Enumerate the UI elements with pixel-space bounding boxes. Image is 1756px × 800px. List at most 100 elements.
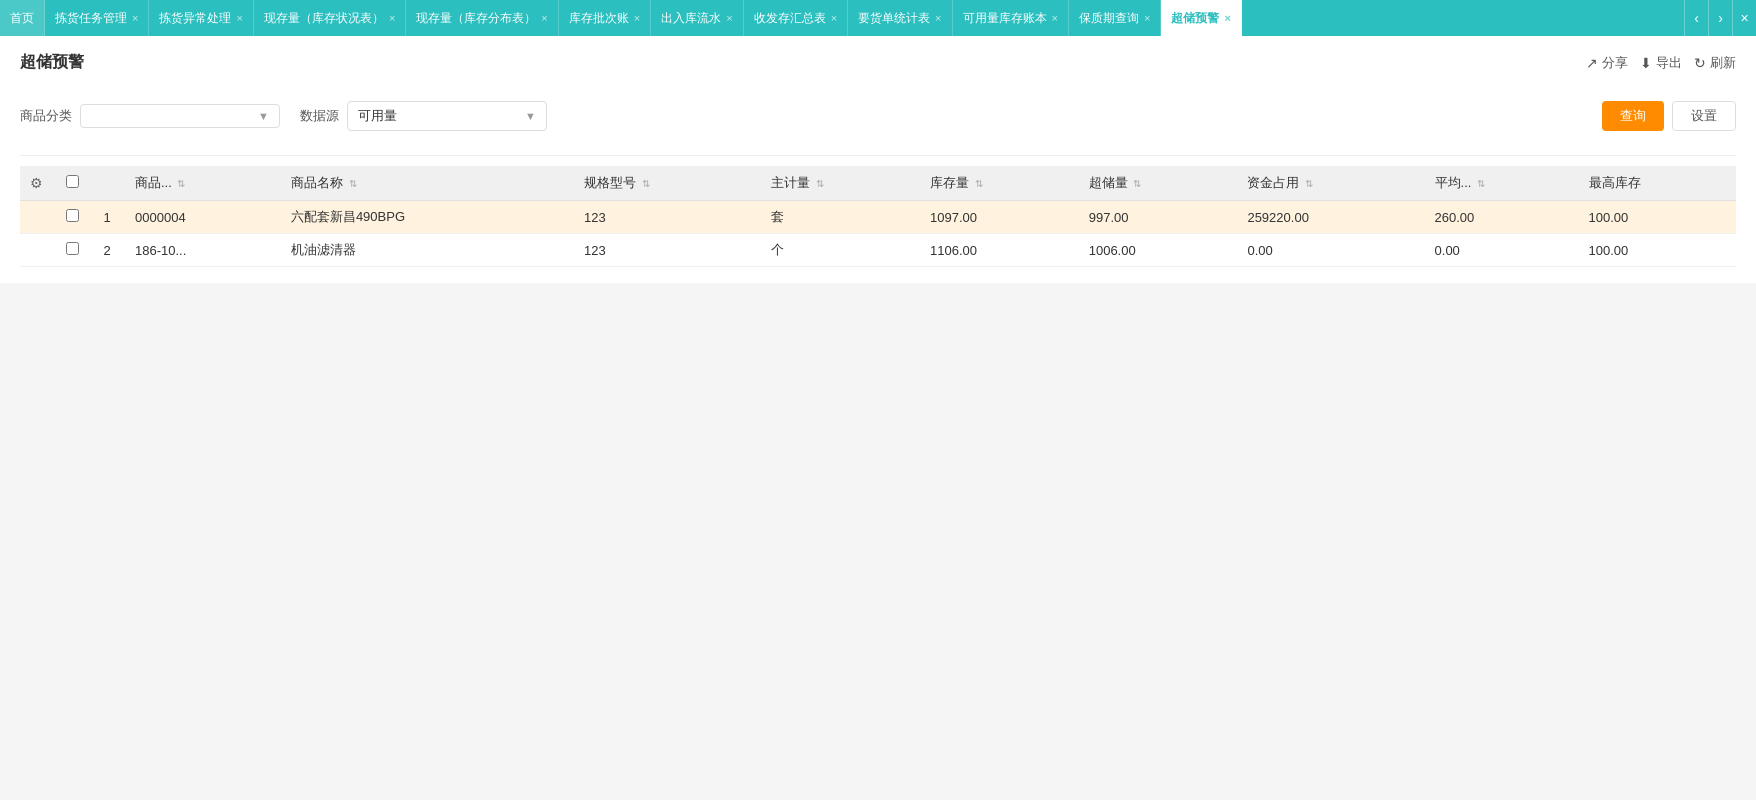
- close-icon[interactable]: ×: [726, 12, 732, 24]
- nav-tab-available-ledger[interactable]: 可用量库存账本 ×: [953, 0, 1069, 36]
- col-overstock-header[interactable]: 超储量 ⇅: [1079, 166, 1238, 201]
- chevron-down-icon: ▼: [258, 110, 269, 122]
- sort-icon: ⇅: [177, 178, 185, 189]
- row-spec: 123: [574, 201, 761, 234]
- nav-next-button[interactable]: ›: [1708, 0, 1732, 36]
- top-nav: 首页 拣货任务管理 × 拣货异常处理 × 现存量（库存状况表） × 现存量（库存…: [0, 0, 1756, 36]
- gear-icon[interactable]: ⚙: [30, 175, 43, 191]
- col-code-header[interactable]: 商品... ⇅: [125, 166, 281, 201]
- row-settings: [20, 201, 56, 234]
- col-unit-header[interactable]: 主计量 ⇅: [761, 166, 920, 201]
- nav-tab-inventory-dist[interactable]: 现存量（库存分布表） ×: [406, 0, 558, 36]
- sort-icon: ⇅: [349, 178, 357, 189]
- close-icon[interactable]: ×: [132, 12, 138, 24]
- close-icon[interactable]: ×: [1052, 12, 1058, 24]
- row-checkbox-cell: [56, 201, 89, 234]
- close-icon[interactable]: ×: [389, 12, 395, 24]
- row-overstock: 1006.00: [1079, 234, 1238, 267]
- row-unit: 套: [761, 201, 920, 234]
- row-checkbox-cell: [56, 234, 89, 267]
- filter-actions: 查询 设置: [1602, 101, 1736, 131]
- row-avg: 0.00: [1425, 234, 1579, 267]
- nav-tab-inventory-status[interactable]: 现存量（库存状况表） ×: [254, 0, 406, 36]
- page-container: 超储预警 ↗ 分享 ⬇ 导出 ↻ 刷新 商品分类 ▼ 数据源: [0, 36, 1756, 283]
- share-link[interactable]: ↗ 分享: [1586, 54, 1628, 72]
- sort-icon: ⇅: [1477, 178, 1485, 189]
- nav-prev-button[interactable]: ‹: [1684, 0, 1708, 36]
- close-icon[interactable]: ×: [236, 12, 242, 24]
- close-icon[interactable]: ×: [831, 12, 837, 24]
- datasource-select[interactable]: 可用量 ▼: [347, 101, 547, 131]
- nav-tab-overstock[interactable]: 超储预警 ×: [1161, 0, 1241, 36]
- col-name-header[interactable]: 商品名称 ⇅: [281, 166, 574, 201]
- share-icon: ↗: [1586, 55, 1598, 71]
- close-icon[interactable]: ×: [1224, 12, 1230, 24]
- row-stock: 1106.00: [920, 234, 1079, 267]
- close-icon[interactable]: ×: [1144, 12, 1150, 24]
- table-header-row: ⚙ 商品... ⇅ 商品名称 ⇅ 规格型号 ⇅: [20, 166, 1736, 201]
- close-icon[interactable]: ×: [634, 12, 640, 24]
- sort-icon: ⇅: [1133, 178, 1141, 189]
- col-maxstock-header[interactable]: 最高库存: [1579, 166, 1736, 201]
- export-link[interactable]: ⬇ 导出: [1640, 54, 1682, 72]
- settings-button[interactable]: 设置: [1672, 101, 1736, 131]
- data-table: ⚙ 商品... ⇅ 商品名称 ⇅ 规格型号 ⇅: [20, 166, 1736, 267]
- row-number: 2: [89, 234, 125, 267]
- refresh-icon: ↻: [1694, 55, 1706, 71]
- row-settings: [20, 234, 56, 267]
- col-rownum-header: [89, 166, 125, 201]
- category-select[interactable]: ▼: [80, 104, 280, 128]
- row-stock: 1097.00: [920, 201, 1079, 234]
- page-header: 超储预警 ↗ 分享 ⬇ 导出 ↻ 刷新: [20, 52, 1736, 73]
- query-button[interactable]: 查询: [1602, 101, 1664, 131]
- nav-tab-inout-flow[interactable]: 出入库流水 ×: [651, 0, 743, 36]
- nav-tab-collect[interactable]: 收发存汇总表 ×: [744, 0, 848, 36]
- row-name: 机油滤清器: [281, 234, 574, 267]
- nav-tab-shelf-life[interactable]: 保质期查询 ×: [1069, 0, 1161, 36]
- category-filter: 商品分类 ▼: [20, 104, 280, 128]
- row-maxstock: 100.00: [1579, 234, 1736, 267]
- datasource-value: 可用量: [358, 107, 397, 125]
- nav-tab-order-count[interactable]: 要货单统计表 ×: [848, 0, 952, 36]
- select-all-checkbox[interactable]: [66, 175, 79, 188]
- sort-icon: ⇅: [1305, 178, 1313, 189]
- row-capital: 259220.00: [1237, 201, 1424, 234]
- row-checkbox[interactable]: [66, 209, 79, 222]
- row-maxstock: 100.00: [1579, 201, 1736, 234]
- col-stock-header[interactable]: 库存量 ⇅: [920, 166, 1079, 201]
- row-code: 0000004: [125, 201, 281, 234]
- row-checkbox[interactable]: [66, 242, 79, 255]
- table-row: 1 0000004 六配套新昌490BPG 123 套 1097.00 997.…: [20, 201, 1736, 234]
- datasource-filter: 数据源 可用量 ▼: [300, 101, 547, 131]
- nav-tab-home[interactable]: 首页: [0, 0, 45, 36]
- sort-icon: ⇅: [975, 178, 983, 189]
- row-spec: 123: [574, 234, 761, 267]
- refresh-link[interactable]: ↻ 刷新: [1694, 54, 1736, 72]
- col-capital-header[interactable]: 资金占用 ⇅: [1237, 166, 1424, 201]
- row-name: 六配套新昌490BPG: [281, 201, 574, 234]
- row-code: 186-10...: [125, 234, 281, 267]
- page-actions: ↗ 分享 ⬇ 导出 ↻ 刷新: [1586, 54, 1736, 72]
- row-capital: 0.00: [1237, 234, 1424, 267]
- nav-arrows: ‹ › ×: [1684, 0, 1756, 36]
- table-row: 2 186-10... 机油滤清器 123 个 1106.00 1006.00 …: [20, 234, 1736, 267]
- close-icon[interactable]: ×: [541, 12, 547, 24]
- nav-tab-batch[interactable]: 库存批次账 ×: [559, 0, 651, 36]
- row-number: 1: [89, 201, 125, 234]
- row-overstock: 997.00: [1079, 201, 1238, 234]
- page-title: 超储预警: [20, 52, 84, 73]
- col-spec-header[interactable]: 规格型号 ⇅: [574, 166, 761, 201]
- filter-row: 商品分类 ▼ 数据源 可用量 ▼ 查询 设置: [20, 89, 1736, 143]
- nav-close-button[interactable]: ×: [1732, 0, 1756, 36]
- col-avg-header[interactable]: 平均... ⇅: [1425, 166, 1579, 201]
- col-settings: ⚙: [20, 166, 56, 201]
- export-icon: ⬇: [1640, 55, 1652, 71]
- row-unit: 个: [761, 234, 920, 267]
- row-avg: 260.00: [1425, 201, 1579, 234]
- chevron-down-icon: ▼: [525, 110, 536, 122]
- col-checkbox: [56, 166, 89, 201]
- nav-tab-abnormal[interactable]: 拣货异常处理 ×: [149, 0, 253, 36]
- sort-icon: ⇅: [816, 178, 824, 189]
- nav-tab-task-mgmt[interactable]: 拣货任务管理 ×: [45, 0, 149, 36]
- close-icon[interactable]: ×: [935, 12, 941, 24]
